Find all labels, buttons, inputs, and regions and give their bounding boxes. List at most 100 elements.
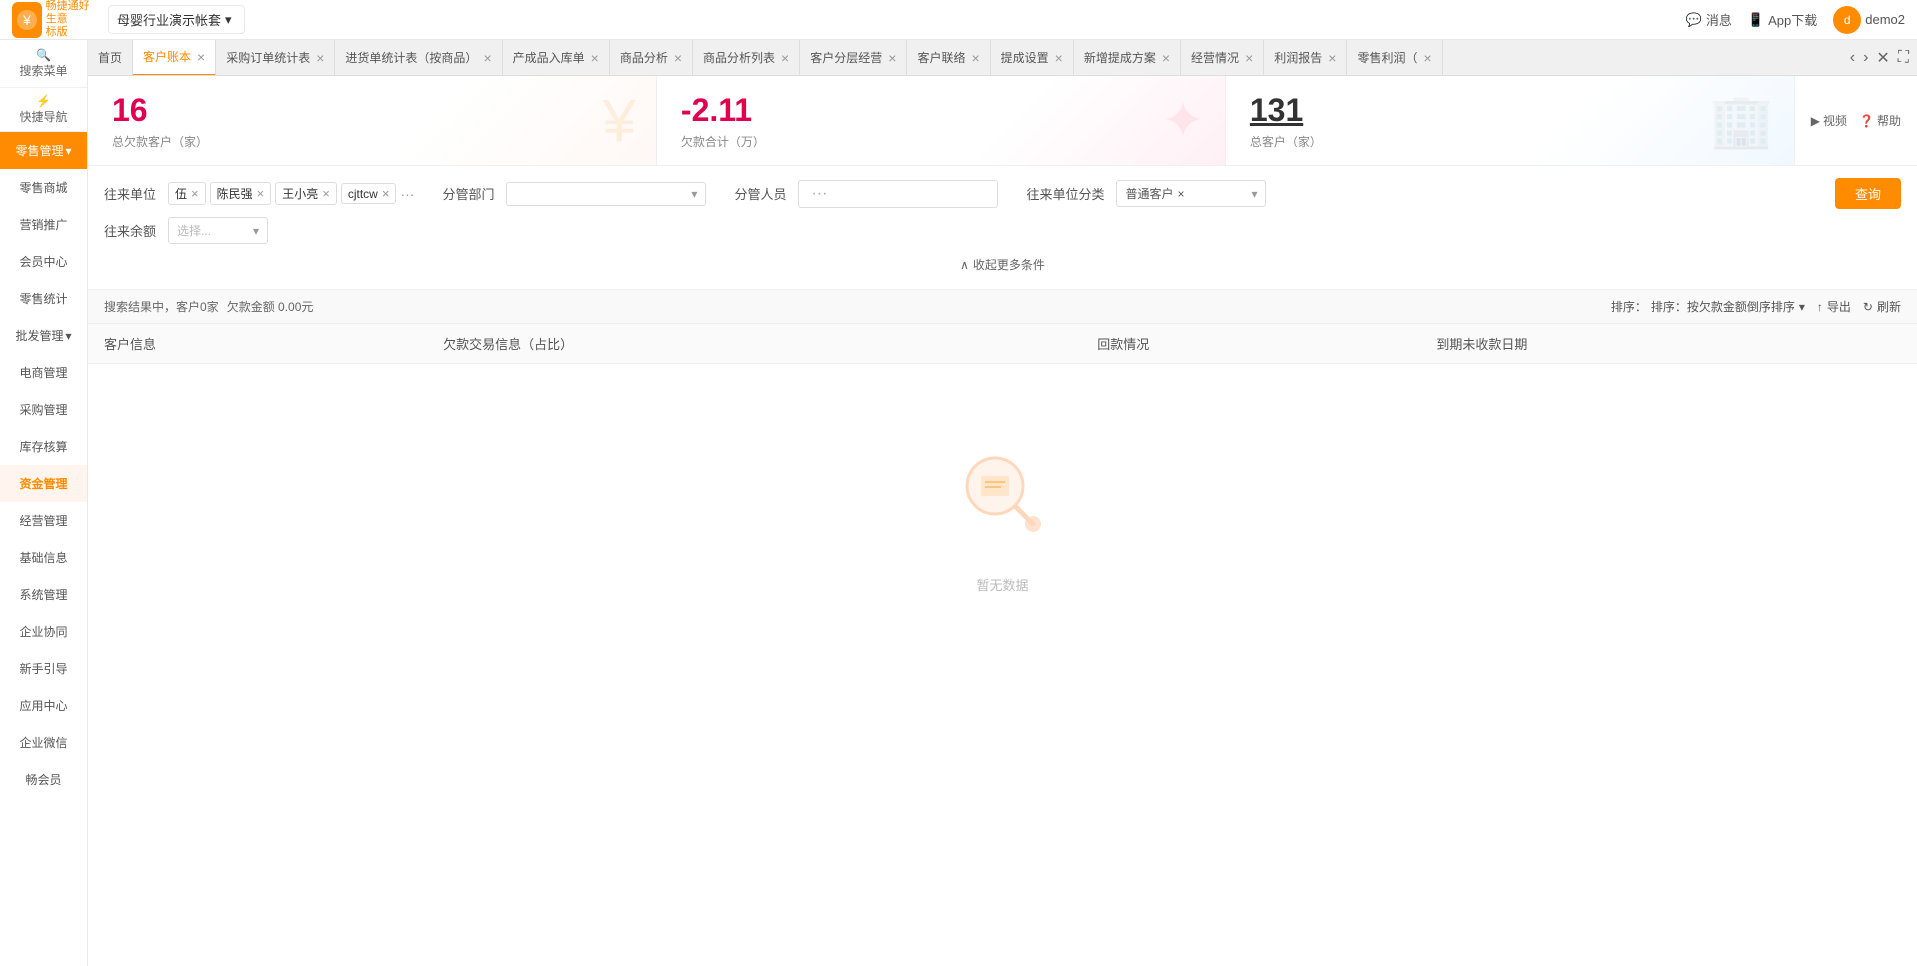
tab-new-promote-label: 新增提成方案	[1084, 49, 1156, 66]
stats-row: ¥ 16 总欠款客户（家） ✦ -2.11 欠款合计（万） 🏢 131 总客户（…	[88, 76, 1917, 166]
tab-product-analysis-list[interactable]: 商品分析列表 ×	[693, 40, 800, 76]
tab-profit-report-close[interactable]: ×	[1328, 50, 1336, 66]
filter-label-dept: 分管部门	[442, 184, 494, 203]
filter-select-balance[interactable]: 选择... ▾	[168, 217, 268, 244]
tab-cost-entry-close[interactable]: ×	[591, 50, 599, 66]
video-label: 视频	[1823, 112, 1847, 129]
sort-select[interactable]: 排序： 排序：按欠款金额倒序排序 ▾	[1611, 298, 1805, 315]
tab-customer-balance[interactable]: 客户账本 ×	[133, 40, 216, 76]
tab-retail-profit-label: 零售利润（	[1357, 49, 1417, 66]
tab-purchase-order-label: 采购订单统计表	[226, 49, 310, 66]
tab-home[interactable]: 首页	[88, 40, 133, 76]
filter-select-classify[interactable]: 普通客户 × ▾	[1116, 180, 1266, 207]
message-label: 消息	[1706, 10, 1732, 29]
tab-operation-status-close[interactable]: ×	[1245, 50, 1253, 66]
sidebar-item-ecommerce[interactable]: 电商管理	[0, 354, 87, 391]
export-action[interactable]: ↑ 导出	[1817, 298, 1851, 315]
tab-customer-connect[interactable]: 客户联络 ×	[907, 40, 990, 76]
collapse-button[interactable]: ∧ 收起更多条件	[960, 252, 1045, 277]
sidebar-item-retail-mgmt[interactable]: 零售管理 ▾	[0, 132, 87, 169]
sidebar-item-capital[interactable]: 资金管理	[0, 465, 87, 502]
tabs-close-all[interactable]: ✕	[1874, 46, 1891, 70]
classify-tag-label: 普通客户	[1125, 185, 1173, 202]
newcomer-label: 新手引导	[19, 662, 67, 676]
refresh-action[interactable]: ↻ 刷新	[1863, 298, 1901, 315]
tab-new-promote[interactable]: 新增提成方案 ×	[1074, 40, 1181, 76]
sidebar-item-member[interactable]: 会员中心	[0, 243, 87, 280]
tab-purchase-order[interactable]: 采购订单统计表 ×	[216, 40, 335, 76]
app-download-action[interactable]: 📱 App下载	[1748, 10, 1817, 29]
sidebar-item-marketing[interactable]: 营销推广	[0, 206, 87, 243]
tab-customer-connect-close[interactable]: ×	[971, 50, 979, 66]
tab-new-promote-close[interactable]: ×	[1162, 50, 1170, 66]
sidebar-item-newcomer[interactable]: 新手引导	[0, 650, 87, 687]
tab-promote-settings-close[interactable]: ×	[1055, 50, 1063, 66]
capital-label: 资金管理	[19, 477, 67, 491]
nav-icon: ⚡	[0, 94, 87, 108]
tab-profit-report[interactable]: 利润报告 ×	[1264, 40, 1347, 76]
filter-tag-wang-remove[interactable]: ×	[322, 186, 330, 201]
retail-mall-label: 零售商城	[19, 181, 67, 195]
tab-inventory-stat-close[interactable]: ×	[483, 50, 491, 66]
sidebar-item-enterprise[interactable]: 企业协同	[0, 613, 87, 650]
tab-promote-settings[interactable]: 提成设置 ×	[991, 40, 1074, 76]
filter-tag-cjttcw-remove[interactable]: ×	[382, 186, 390, 201]
sidebar-search[interactable]: 🔍 搜索菜单	[0, 40, 87, 88]
filter-select-dept[interactable]: ▾	[506, 182, 706, 206]
sidebar-item-purchase[interactable]: 采购管理	[0, 391, 87, 428]
query-button[interactable]: 查询	[1835, 178, 1901, 209]
tab-customer-balance-close[interactable]: ×	[197, 49, 205, 65]
tabs-nav-left[interactable]: ‹	[1848, 47, 1857, 69]
sidebar-quick-nav[interactable]: ⚡ 快捷导航	[0, 88, 87, 132]
sidebar-item-retail-mall[interactable]: 零售商城	[0, 169, 87, 206]
person-more-icon[interactable]: ···	[811, 185, 827, 203]
classify-tag-remove[interactable]: ×	[1178, 187, 1185, 201]
col-debt-info: 欠款交易信息（占比）	[427, 324, 1081, 364]
filter-label-person: 分管人员	[734, 184, 786, 203]
filter-select-person[interactable]: ···	[798, 180, 998, 208]
sidebar-item-retail-stat[interactable]: 零售统计	[0, 280, 87, 317]
member2-label: 畅会员	[25, 773, 61, 787]
user-menu[interactable]: d demo2	[1833, 6, 1905, 34]
tab-product-analysis[interactable]: 商品分析 ×	[610, 40, 693, 76]
stat-bg-icon-2: ✦	[1161, 91, 1205, 151]
tab-product-analysis-close[interactable]: ×	[674, 50, 682, 66]
sidebar-search-label: 搜索菜单	[8, 62, 79, 79]
tab-cost-entry[interactable]: 产成品入库单 ×	[503, 40, 610, 76]
sidebar-item-inventory[interactable]: 库存核算	[0, 428, 87, 465]
app-download-label: App下载	[1768, 10, 1817, 29]
sidebar-item-wholesale[interactable]: 批发管理 ▾	[0, 317, 87, 354]
sidebar-item-basic-info[interactable]: 基础信息	[0, 539, 87, 576]
stat-number-customers: 16	[112, 92, 632, 129]
tab-purchase-order-close[interactable]: ×	[316, 50, 324, 66]
video-action[interactable]: ▶ 视频	[1811, 112, 1847, 129]
sidebar-item-wechat[interactable]: 企业微信	[0, 724, 87, 761]
tab-product-analysis-list-close[interactable]: ×	[781, 50, 789, 66]
table-header-row: 客户信息 欠款交易信息（占比） 回款情况 到期未收款日期	[88, 324, 1917, 364]
sidebar-item-app-center[interactable]: 应用中心	[0, 687, 87, 724]
filter-row-2: 往来余额 选择... ▾	[104, 217, 1901, 244]
tab-customer-tier[interactable]: 客户分层经营 ×	[800, 40, 907, 76]
page-content: ¥ 16 总欠款客户（家） ✦ -2.11 欠款合计（万） 🏢 131 总客户（…	[88, 76, 1917, 966]
message-action[interactable]: 💬 消息	[1686, 10, 1732, 29]
help-label: 帮助	[1877, 112, 1901, 129]
filter-tag-chen-remove[interactable]: ×	[257, 186, 265, 201]
help-action[interactable]: ❓ 帮助	[1859, 112, 1901, 129]
tab-operation-status[interactable]: 经营情况 ×	[1181, 40, 1264, 76]
store-selector[interactable]: 母婴行业演示帐套 ▾	[108, 5, 245, 34]
tab-retail-profit[interactable]: 零售利润（ ×	[1347, 40, 1442, 76]
tabs-nav-right[interactable]: ›	[1861, 47, 1870, 69]
sidebar-item-operation[interactable]: 经营管理	[0, 502, 87, 539]
logo-text-line1: 畅捷通好生意	[46, 0, 100, 26]
sidebar-item-member2[interactable]: 畅会员	[0, 761, 87, 798]
balance-chevron-icon: ▾	[253, 224, 259, 238]
tab-retail-profit-close[interactable]: ×	[1423, 50, 1431, 66]
filter-tag-wu-remove[interactable]: ×	[191, 186, 199, 201]
tab-customer-tier-close[interactable]: ×	[888, 50, 896, 66]
col-customer-info: 客户信息	[88, 324, 427, 364]
tab-inventory-stat[interactable]: 进货单统计表（按商品） ×	[335, 40, 502, 76]
sidebar-item-system[interactable]: 系统管理	[0, 576, 87, 613]
filter-more-tags[interactable]: ···	[400, 186, 414, 202]
logo-area: ¥ 畅捷通好生意 标版	[12, 0, 100, 39]
tabs-maximize[interactable]: ⛶	[1896, 47, 1911, 69]
